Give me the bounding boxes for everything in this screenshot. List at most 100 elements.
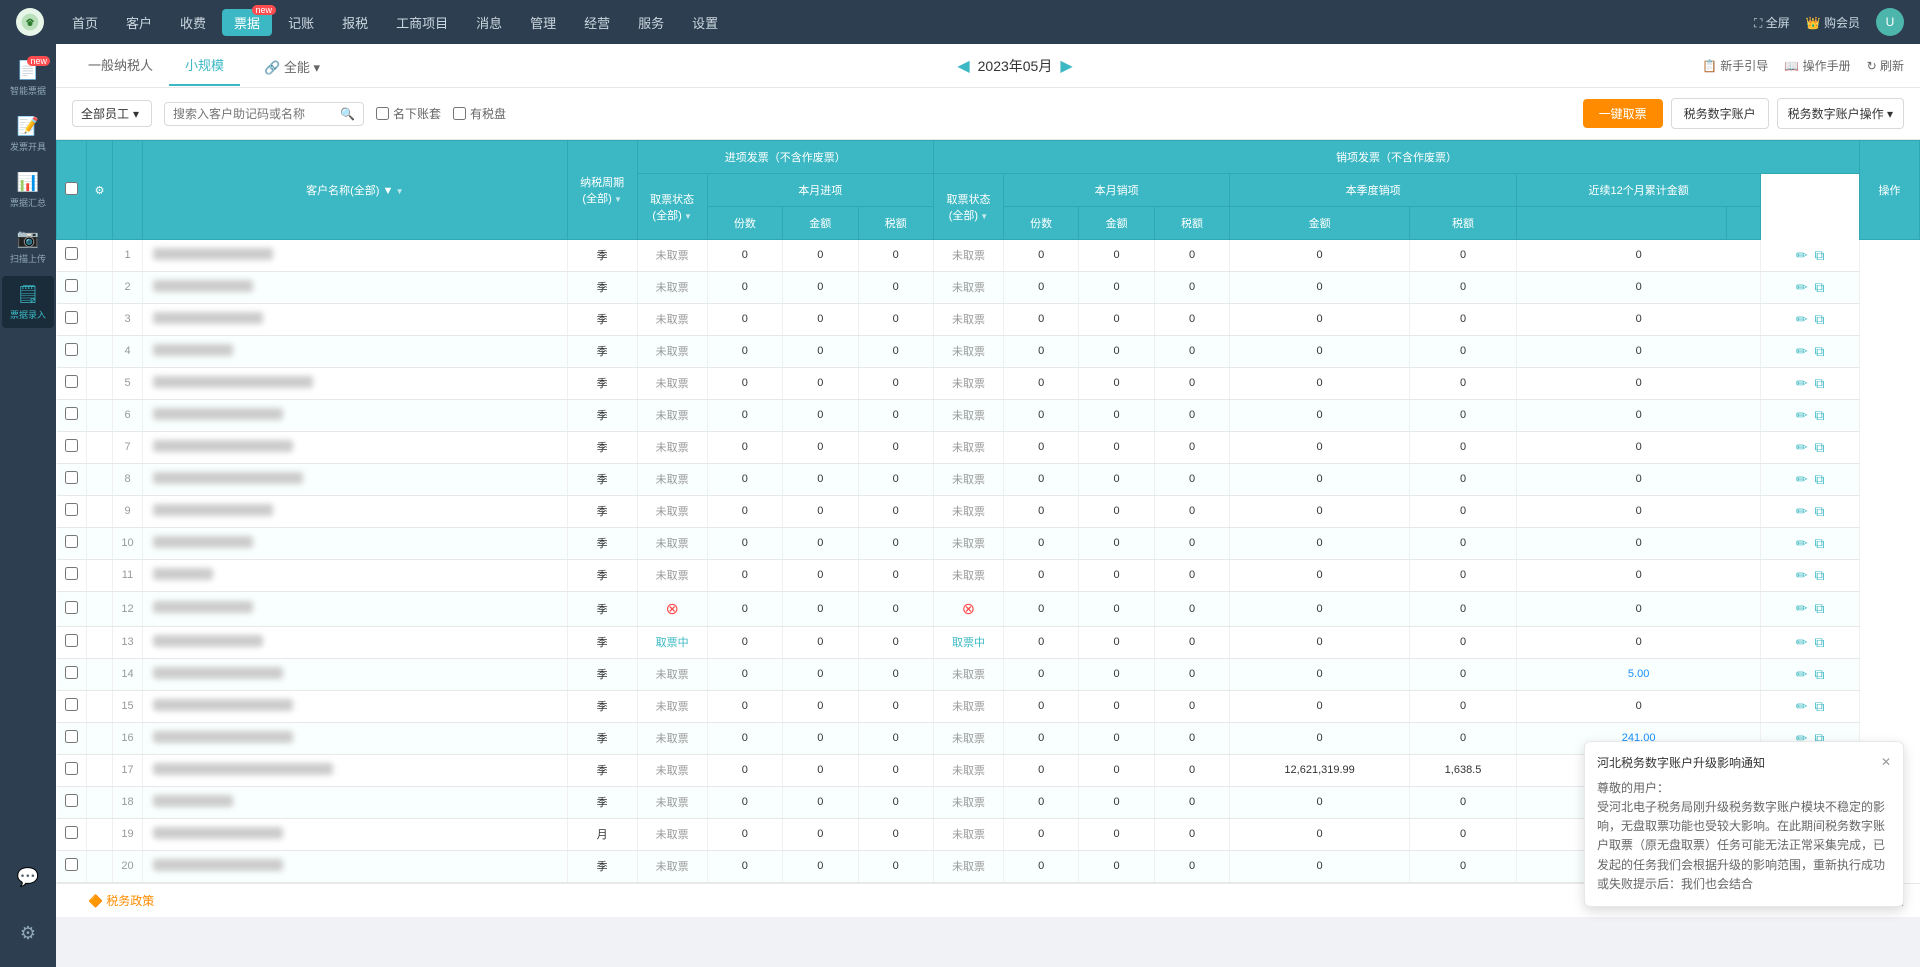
copy-icon[interactable]: ⧉	[1814, 634, 1824, 650]
user-avatar[interactable]: U	[1876, 8, 1904, 36]
col-tax-period[interactable]: 纳税周期(全部)	[567, 141, 637, 240]
copy-icon[interactable]: ⧉	[1814, 407, 1824, 423]
edit-icon[interactable]: ✏	[1796, 567, 1808, 583]
row-checkbox[interactable]	[65, 698, 78, 711]
nav-item-settings[interactable]: 设置	[680, 9, 730, 36]
row-checkbox[interactable]	[65, 730, 78, 743]
row-checkbox[interactable]	[65, 535, 78, 548]
sidebar-item-invoice-open[interactable]: 📝 发票开具	[2, 108, 54, 160]
col-customer[interactable]: 客户名称(全部) ▼	[143, 141, 568, 240]
copy-icon[interactable]: ⧉	[1814, 666, 1824, 682]
prev-month-btn[interactable]: ◀	[957, 56, 969, 76]
copy-icon[interactable]: ⧉	[1814, 471, 1824, 487]
tab-all[interactable]: 🔗 全能 ▾	[256, 47, 328, 86]
edit-icon[interactable]: ✏	[1796, 343, 1808, 359]
in-amount-cell: 0	[783, 431, 858, 463]
edit-icon[interactable]: ✏	[1796, 439, 1808, 455]
row-checkbox[interactable]	[65, 826, 78, 839]
one-click-ticket-btn[interactable]: 一键取票	[1583, 99, 1663, 128]
row-checkbox[interactable]	[65, 343, 78, 356]
copy-icon[interactable]: ⧉	[1814, 439, 1824, 455]
edit-icon[interactable]: ✏	[1796, 535, 1808, 551]
nav-item-fee[interactable]: 收费	[168, 9, 218, 36]
nav-item-tax[interactable]: 报税	[330, 9, 380, 36]
row-checkbox[interactable]	[65, 567, 78, 580]
manual-btn[interactable]: 📖 操作手册	[1784, 57, 1850, 74]
checkbox-taxdisc[interactable]	[453, 107, 466, 120]
row-checkbox[interactable]	[65, 666, 78, 679]
employee-select[interactable]: 全部员工 ▾	[72, 100, 152, 127]
sidebar-item-smart-ticket[interactable]: 📄 智能票据 new	[2, 52, 54, 104]
fullscreen-btn[interactable]: ⛶ 全屏	[1754, 14, 1790, 31]
checkbox-account[interactable]	[376, 107, 389, 120]
col-out-status[interactable]: 取票状态(全部)	[933, 174, 1003, 240]
out-count-cell: 0	[1003, 786, 1078, 818]
refresh-btn[interactable]: ↻ 刷新	[1867, 57, 1904, 74]
copy-icon[interactable]: ⧉	[1814, 698, 1824, 714]
nav-item-message[interactable]: 消息	[464, 9, 514, 36]
copy-icon[interactable]: ⧉	[1814, 311, 1824, 327]
select-all-checkbox[interactable]	[65, 182, 78, 195]
copy-icon[interactable]: ⧉	[1814, 375, 1824, 391]
edit-icon[interactable]: ✏	[1796, 503, 1808, 519]
row-checkbox[interactable]	[65, 794, 78, 807]
nav-item-home[interactable]: 首页	[60, 9, 110, 36]
edit-icon[interactable]: ✏	[1796, 311, 1808, 327]
row-checkbox[interactable]	[65, 471, 78, 484]
edit-icon[interactable]: ✏	[1796, 600, 1808, 616]
edit-icon[interactable]: ✏	[1796, 634, 1808, 650]
tab-general-taxpayer[interactable]: 一般纳税人	[72, 45, 169, 86]
sidebar-item-ticket-entry[interactable]: 🗒 票据录入	[2, 276, 54, 328]
edit-icon[interactable]: ✏	[1796, 698, 1808, 714]
nav-item-accounting[interactable]: 记账	[276, 9, 326, 36]
edit-icon[interactable]: ✏	[1796, 279, 1808, 295]
row-checkbox[interactable]	[65, 601, 78, 614]
row-checkbox[interactable]	[65, 311, 78, 324]
copy-icon[interactable]: ⧉	[1814, 279, 1824, 295]
new-guide-btn[interactable]: 📋 新手引导	[1702, 57, 1768, 74]
row-checkbox[interactable]	[65, 634, 78, 647]
next-month-btn[interactable]: ▶	[1060, 56, 1072, 76]
popup-close-btn[interactable]: ✕	[1881, 755, 1891, 769]
row-checkbox[interactable]	[65, 247, 78, 260]
nav-item-ticket[interactable]: 票据 new	[222, 9, 272, 36]
nav-item-commerce[interactable]: 工商项目	[384, 9, 460, 36]
edit-icon[interactable]: ✏	[1796, 471, 1808, 487]
tax-digital-account-btn[interactable]: 税务数字账户	[1671, 98, 1769, 129]
copy-icon[interactable]: ⧉	[1814, 567, 1824, 583]
col-in-status[interactable]: 取票状态(全部)	[637, 174, 707, 240]
nav-item-service[interactable]: 服务	[626, 9, 676, 36]
search-icon[interactable]: 🔍	[340, 107, 355, 121]
edit-icon[interactable]: ✏	[1796, 247, 1808, 263]
row-checkbox[interactable]	[65, 503, 78, 516]
edit-icon[interactable]: ✏	[1796, 666, 1808, 682]
nav-item-manage[interactable]: 管理	[518, 9, 568, 36]
search-input[interactable]	[173, 107, 336, 121]
sidebar-item-ticket-summary[interactable]: 📊 票据汇总	[2, 164, 54, 216]
member-btn[interactable]: 👑 购会员	[1806, 14, 1860, 31]
nav-item-operation[interactable]: 经营	[572, 9, 622, 36]
row-checkbox[interactable]	[65, 762, 78, 775]
checkbox-account-label[interactable]: 名下账套	[376, 105, 441, 122]
edit-icon[interactable]: ✏	[1796, 407, 1808, 423]
edit-icon[interactable]: ✏	[1796, 375, 1808, 391]
row-checkbox[interactable]	[65, 279, 78, 292]
tax-digital-ops-btn[interactable]: 税务数字账户操作 ▾	[1777, 98, 1904, 129]
row-checkbox[interactable]	[65, 858, 78, 871]
nav-item-customer[interactable]: 客户	[114, 9, 164, 36]
sidebar-item-settings[interactable]: ⚙	[2, 907, 54, 959]
sidebar-item-scan-upload[interactable]: 📷 扫描上传	[2, 220, 54, 272]
row-checkbox[interactable]	[65, 375, 78, 388]
copy-icon[interactable]: ⧉	[1814, 600, 1824, 616]
copy-icon[interactable]: ⧉	[1814, 343, 1824, 359]
row-checkbox[interactable]	[65, 439, 78, 452]
tax-policy-link[interactable]: 🔶 税务政策	[88, 892, 154, 909]
sidebar-item-message[interactable]: 💬	[2, 851, 54, 903]
checkbox-taxdisc-label[interactable]: 有税盘	[453, 105, 506, 122]
copy-icon[interactable]: ⧉	[1814, 503, 1824, 519]
copy-icon[interactable]: ⧉	[1814, 535, 1824, 551]
col-settings-icon[interactable]: ⚙	[95, 185, 105, 197]
tab-small-scale[interactable]: 小规模	[169, 45, 240, 86]
copy-icon[interactable]: ⧉	[1814, 247, 1824, 263]
row-checkbox[interactable]	[65, 407, 78, 420]
